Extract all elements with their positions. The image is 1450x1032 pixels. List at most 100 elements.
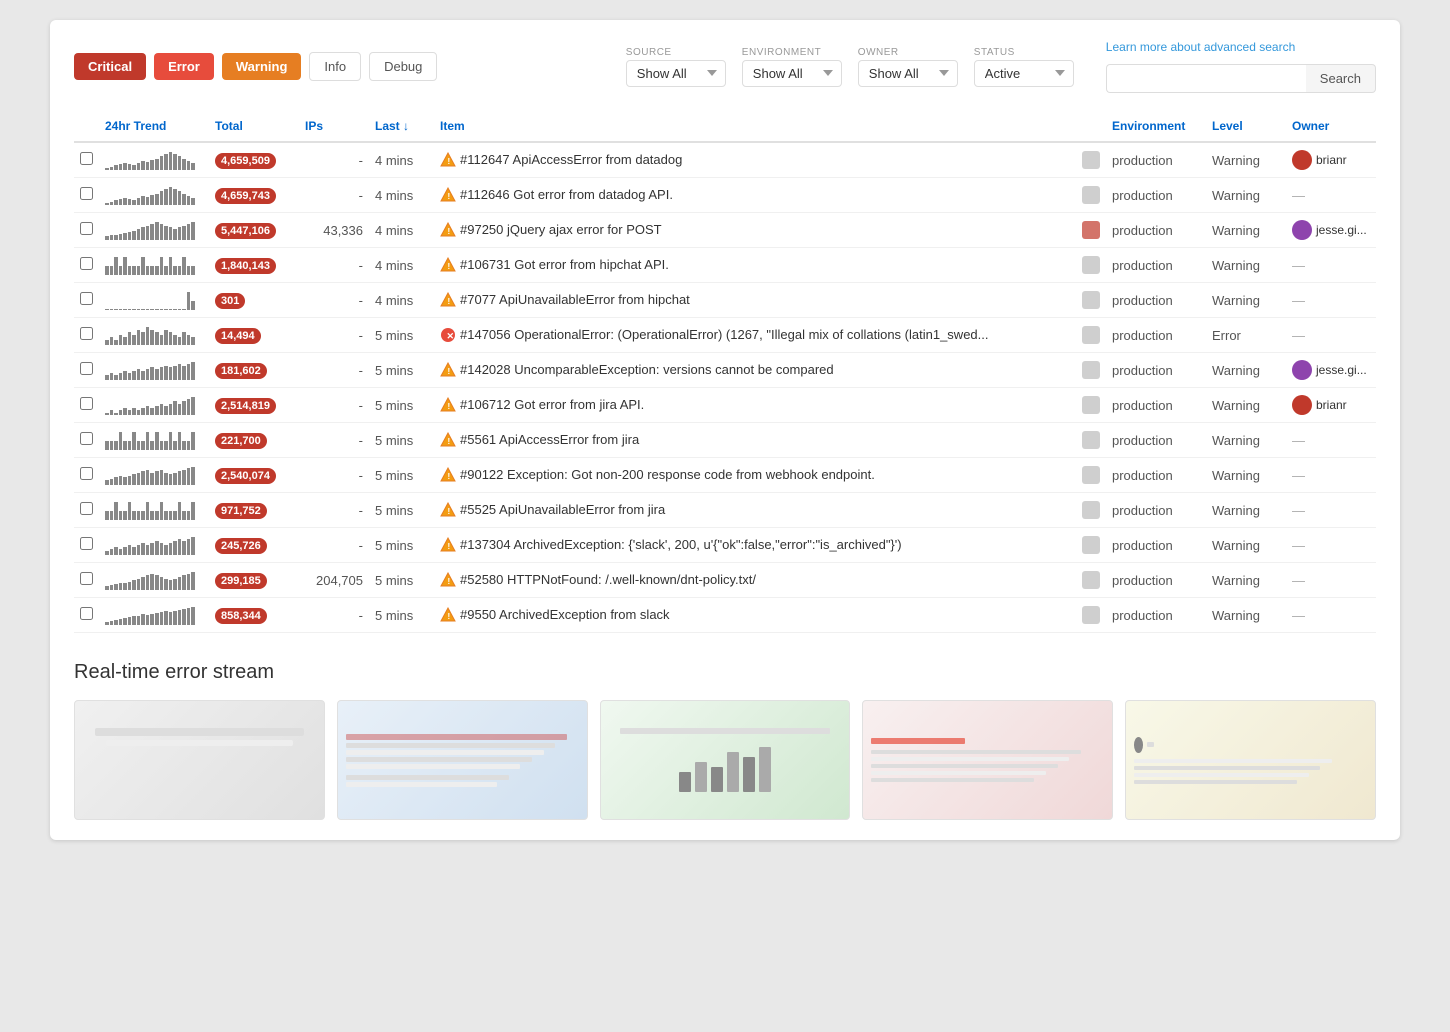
mute-cell[interactable] bbox=[1076, 353, 1106, 388]
row-checkbox[interactable] bbox=[80, 362, 93, 375]
total-cell[interactable]: 181,602 bbox=[209, 353, 299, 388]
col-last[interactable]: Last ↓ bbox=[369, 111, 434, 142]
mute-icon[interactable] bbox=[1082, 256, 1100, 274]
mute-icon[interactable] bbox=[1082, 361, 1100, 379]
item-link[interactable]: #90122 Exception: Got non-200 response c… bbox=[460, 467, 875, 482]
mute-cell[interactable] bbox=[1076, 458, 1106, 493]
mute-icon[interactable] bbox=[1082, 326, 1100, 344]
realtime-card-4[interactable] bbox=[862, 700, 1113, 820]
row-checkbox[interactable] bbox=[80, 397, 93, 410]
col-trend[interactable]: 24hr Trend bbox=[99, 111, 209, 142]
total-cell[interactable]: 301 bbox=[209, 283, 299, 318]
item-link[interactable]: #106712 Got error from jira API. bbox=[460, 397, 644, 412]
total-cell[interactable]: 245,726 bbox=[209, 528, 299, 563]
environment-select[interactable]: Show All bbox=[742, 60, 842, 87]
realtime-card-2[interactable] bbox=[337, 700, 588, 820]
source-select[interactable]: Show All bbox=[626, 60, 726, 87]
row-checkbox[interactable] bbox=[80, 327, 93, 340]
item-link[interactable]: #52580 HTTPNotFound: /.well-known/dnt-po… bbox=[460, 572, 756, 587]
critical-filter-btn[interactable]: Critical bbox=[74, 53, 146, 80]
item-cell[interactable]: !#137304 ArchivedException: {'slack', 20… bbox=[434, 528, 1076, 563]
mute-cell[interactable] bbox=[1076, 528, 1106, 563]
item-link[interactable]: #147056 OperationalError: (OperationalEr… bbox=[460, 327, 989, 342]
total-cell[interactable]: 14,494 bbox=[209, 318, 299, 353]
mute-cell[interactable] bbox=[1076, 248, 1106, 283]
row-checkbox[interactable] bbox=[80, 292, 93, 305]
realtime-card-1[interactable] bbox=[74, 700, 325, 820]
item-cell[interactable]: !#112646 Got error from datadog API. bbox=[434, 178, 1076, 213]
total-cell[interactable]: 4,659,743 bbox=[209, 178, 299, 213]
total-cell[interactable]: 971,752 bbox=[209, 493, 299, 528]
item-link[interactable]: #112646 Got error from datadog API. bbox=[460, 187, 673, 202]
row-checkbox[interactable] bbox=[80, 187, 93, 200]
item-link[interactable]: #142028 UncomparableException: versions … bbox=[460, 362, 834, 377]
item-cell[interactable]: !#97250 jQuery ajax error for POST bbox=[434, 213, 1076, 248]
realtime-card-3[interactable] bbox=[600, 700, 851, 820]
mute-cell[interactable] bbox=[1076, 318, 1106, 353]
col-total[interactable]: Total bbox=[209, 111, 299, 142]
debug-filter-btn[interactable]: Debug bbox=[369, 52, 437, 81]
total-cell[interactable]: 858,344 bbox=[209, 598, 299, 633]
total-cell[interactable]: 299,185 bbox=[209, 563, 299, 598]
mute-cell[interactable] bbox=[1076, 598, 1106, 633]
mute-cell[interactable] bbox=[1076, 493, 1106, 528]
row-checkbox[interactable] bbox=[80, 607, 93, 620]
mute-cell[interactable] bbox=[1076, 423, 1106, 458]
mute-icon[interactable] bbox=[1082, 186, 1100, 204]
mute-icon[interactable] bbox=[1082, 466, 1100, 484]
row-checkbox[interactable] bbox=[80, 502, 93, 515]
mute-cell[interactable] bbox=[1076, 563, 1106, 598]
total-cell[interactable]: 2,540,074 bbox=[209, 458, 299, 493]
item-cell[interactable]: !#106731 Got error from hipchat API. bbox=[434, 248, 1076, 283]
error-filter-btn[interactable]: Error bbox=[154, 53, 214, 80]
search-input[interactable] bbox=[1106, 64, 1306, 93]
mute-cell[interactable] bbox=[1076, 283, 1106, 318]
row-checkbox[interactable] bbox=[80, 152, 93, 165]
realtime-card-5[interactable] bbox=[1125, 700, 1376, 820]
item-link[interactable]: #106731 Got error from hipchat API. bbox=[460, 257, 669, 272]
row-checkbox[interactable] bbox=[80, 257, 93, 270]
total-cell[interactable]: 2,514,819 bbox=[209, 388, 299, 423]
total-cell[interactable]: 1,840,143 bbox=[209, 248, 299, 283]
mute-icon[interactable] bbox=[1082, 151, 1100, 169]
item-cell[interactable]: !#106712 Got error from jira API. bbox=[434, 388, 1076, 423]
row-checkbox[interactable] bbox=[80, 467, 93, 480]
owner-select[interactable]: Show All bbox=[858, 60, 958, 87]
item-link[interactable]: #5525 ApiUnavailableError from jira bbox=[460, 502, 665, 517]
mute-icon[interactable] bbox=[1082, 536, 1100, 554]
item-link[interactable]: #5561 ApiAccessError from jira bbox=[460, 432, 639, 447]
item-cell[interactable]: !#90122 Exception: Got non-200 response … bbox=[434, 458, 1076, 493]
row-checkbox[interactable] bbox=[80, 537, 93, 550]
col-ips[interactable]: IPs bbox=[299, 111, 369, 142]
mute-icon[interactable] bbox=[1082, 431, 1100, 449]
mute-icon[interactable] bbox=[1082, 606, 1100, 624]
row-checkbox[interactable] bbox=[80, 432, 93, 445]
mute-icon[interactable] bbox=[1082, 396, 1100, 414]
mute-cell[interactable] bbox=[1076, 178, 1106, 213]
advanced-search-link[interactable]: Learn more about advanced search bbox=[1106, 40, 1376, 54]
item-link[interactable]: #9550 ArchivedException from slack bbox=[460, 607, 670, 622]
row-checkbox[interactable] bbox=[80, 222, 93, 235]
total-cell[interactable]: 221,700 bbox=[209, 423, 299, 458]
item-cell[interactable]: !#7077 ApiUnavailableError from hipchat bbox=[434, 283, 1076, 318]
mute-icon[interactable] bbox=[1082, 221, 1100, 239]
info-filter-btn[interactable]: Info bbox=[309, 52, 361, 81]
total-cell[interactable]: 4,659,509 bbox=[209, 142, 299, 178]
total-cell[interactable]: 5,447,106 bbox=[209, 213, 299, 248]
item-link[interactable]: #7077 ApiUnavailableError from hipchat bbox=[460, 292, 690, 307]
item-link[interactable]: #137304 ArchivedException: {'slack', 200… bbox=[460, 537, 902, 552]
mute-cell[interactable] bbox=[1076, 213, 1106, 248]
item-cell[interactable]: !#5561 ApiAccessError from jira bbox=[434, 423, 1076, 458]
item-link[interactable]: #97250 jQuery ajax error for POST bbox=[460, 222, 662, 237]
status-select[interactable]: Active Resolved bbox=[974, 60, 1074, 87]
item-cell[interactable]: !#5525 ApiUnavailableError from jira bbox=[434, 493, 1076, 528]
mute-icon[interactable] bbox=[1082, 291, 1100, 309]
mute-icon[interactable] bbox=[1082, 571, 1100, 589]
mute-cell[interactable] bbox=[1076, 142, 1106, 178]
mute-icon[interactable] bbox=[1082, 501, 1100, 519]
search-button[interactable]: Search bbox=[1306, 64, 1376, 93]
mute-cell[interactable] bbox=[1076, 388, 1106, 423]
item-cell[interactable]: !#52580 HTTPNotFound: /.well-known/dnt-p… bbox=[434, 563, 1076, 598]
warning-filter-btn[interactable]: Warning bbox=[222, 53, 302, 80]
item-cell[interactable]: !#112647 ApiAccessError from datadog bbox=[434, 142, 1076, 178]
